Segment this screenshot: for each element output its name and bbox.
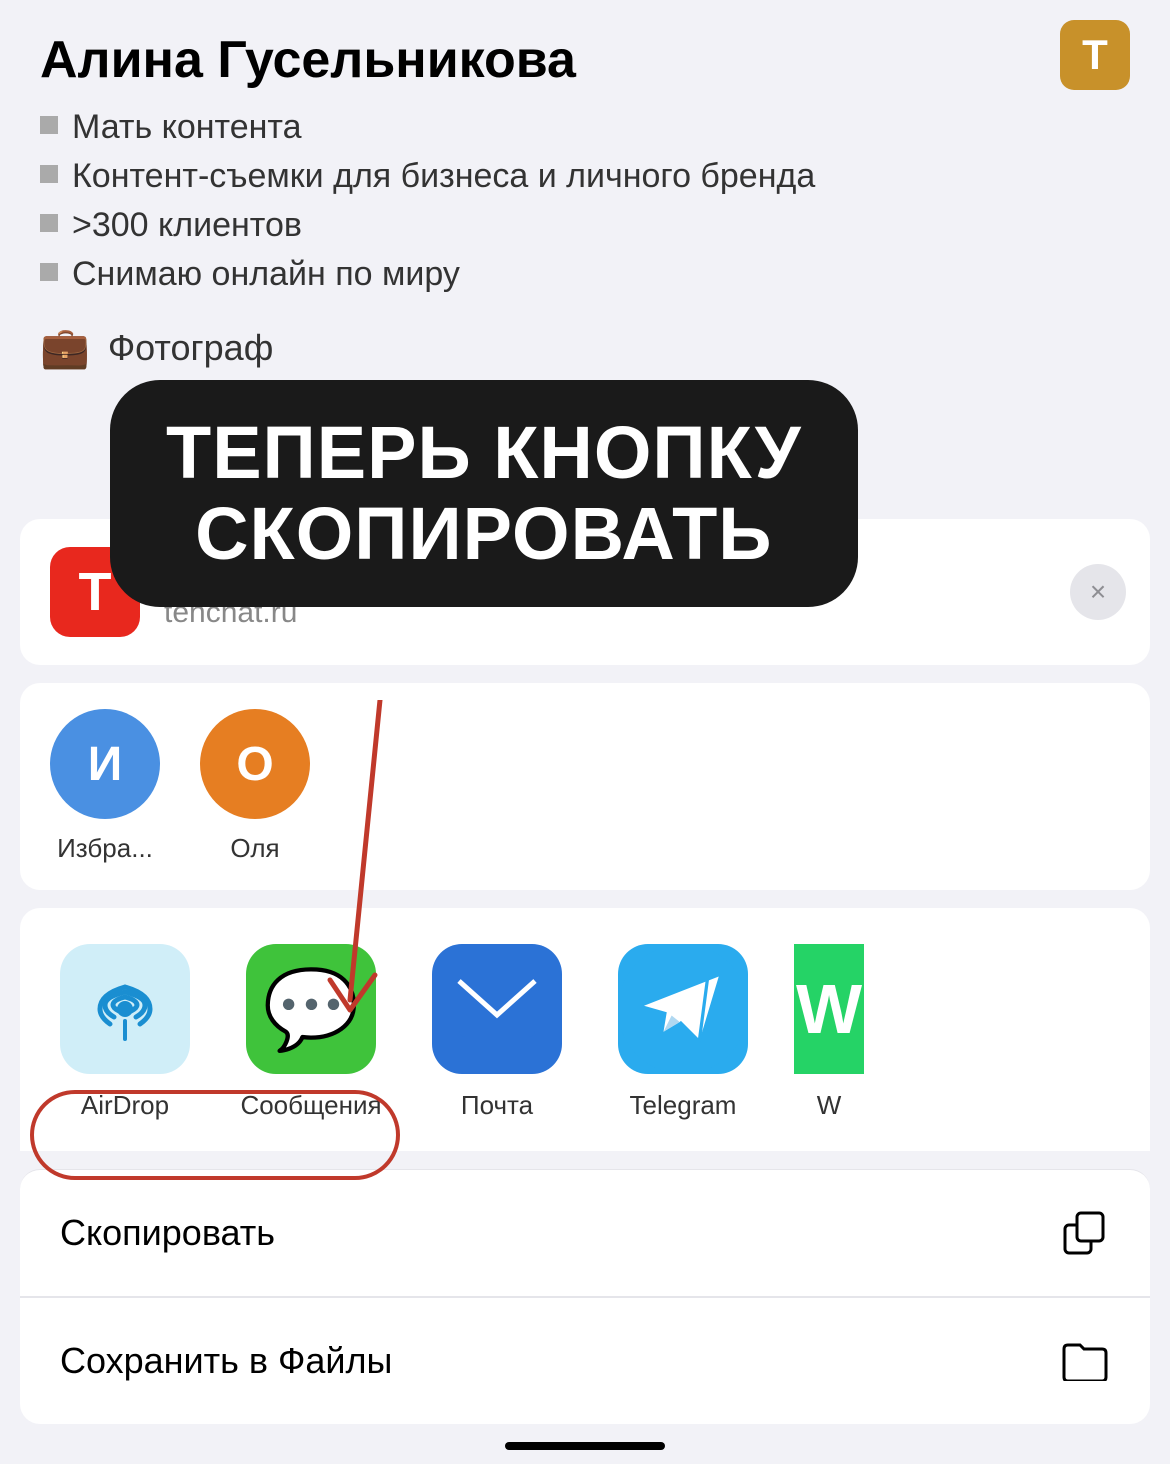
app-item-mail[interactable]: Почта [422, 944, 572, 1121]
bullet-4: Снимаю онлайн по миру [40, 255, 1130, 294]
contact-avatar-1: И [50, 709, 160, 819]
tenchat-logo-letter: T [79, 561, 112, 623]
apps-row-container: AirDrop 💬 Сообщения Почта [20, 908, 1150, 1151]
bullet-square-2 [40, 165, 58, 183]
airdrop-icon [60, 944, 190, 1074]
bullet-square-1 [40, 116, 58, 134]
profile-role: 💼 Фотограф [40, 324, 1130, 371]
profile-section: Алина Гусельникова Мать контента Контент… [0, 0, 1170, 411]
save-files-action-row[interactable]: Сохранить в Файлы [20, 1297, 1150, 1424]
action-rows: Скопировать Сохранить в Файлы [20, 1169, 1150, 1424]
app-item-airdrop[interactable]: AirDrop [50, 944, 200, 1121]
contacts-row: И Избра... О Оля [20, 683, 1150, 890]
telegram-label: Telegram [630, 1090, 737, 1121]
gold-badge-letter: T [1082, 31, 1108, 79]
app-item-telegram[interactable]: Telegram [608, 944, 758, 1121]
app-item-messages[interactable]: 💬 Сообщения [236, 944, 386, 1121]
mail-icon [432, 944, 562, 1074]
whatsapp-icon: W [794, 944, 864, 1074]
copy-action-row[interactable]: Скопировать [20, 1169, 1150, 1297]
tenchat-app-name: TenChat [164, 554, 305, 596]
close-icon: × [1090, 578, 1106, 606]
messages-label: Сообщения [240, 1090, 381, 1121]
bullet-3: >300 клиентов [40, 206, 1130, 245]
contact-avatar-2: О [200, 709, 310, 819]
messages-icon: 💬 [246, 944, 376, 1074]
telegram-icon [618, 944, 748, 1074]
copy-icon [1060, 1208, 1110, 1258]
close-button[interactable]: × [1070, 564, 1126, 620]
tenchat-card: T TenChat tenchat.ru × [20, 519, 1150, 665]
bullet-2: Контент-съемки для бизнеса и личного бре… [40, 157, 1130, 196]
tenchat-logo: T [50, 547, 140, 637]
apps-row: AirDrop 💬 Сообщения Почта [50, 944, 1120, 1121]
bullet-square-4 [40, 263, 58, 281]
bullet-1: Мать контента [40, 108, 1130, 147]
profile-name: Алина Гусельникова [40, 30, 1130, 90]
folder-icon [1060, 1336, 1110, 1386]
contact-item-1[interactable]: И Избра... [50, 709, 160, 864]
tenchat-app-url: tenchat.ru [164, 596, 305, 630]
briefcase-icon: 💼 [40, 324, 90, 371]
whatsapp-label: W [817, 1090, 842, 1121]
bullet-square-3 [40, 214, 58, 232]
copy-label: Скопировать [60, 1212, 275, 1254]
share-sheet: T TenChat tenchat.ru × И Избра... О Оля [0, 519, 1170, 1464]
app-item-whatsapp[interactable]: W W [794, 944, 864, 1121]
contact-label-1: Избра... [57, 833, 153, 864]
contacts-scroll: И Избра... О Оля [50, 709, 1120, 864]
tenchat-text: TenChat tenchat.ru [164, 554, 305, 630]
mail-label: Почта [461, 1090, 533, 1121]
gold-badge: T [1060, 20, 1130, 90]
profile-bullets: Мать контента Контент-съемки для бизнеса… [40, 108, 1130, 294]
contact-label-2: Оля [230, 833, 279, 864]
save-files-label: Сохранить в Файлы [60, 1340, 392, 1382]
home-indicator [505, 1442, 665, 1450]
airdrop-label: AirDrop [81, 1090, 169, 1121]
contact-item-2[interactable]: О Оля [200, 709, 310, 864]
